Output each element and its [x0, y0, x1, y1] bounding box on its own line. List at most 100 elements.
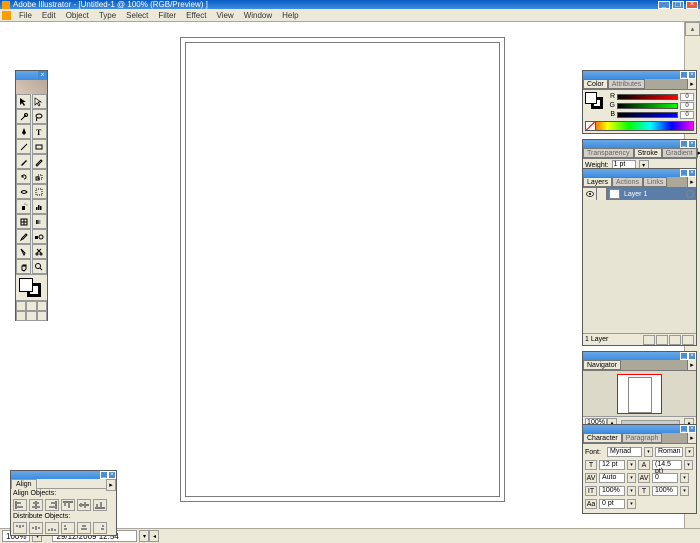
- layers-list[interactable]: Layer 1: [583, 188, 696, 333]
- nav-menu-icon[interactable]: ▸: [687, 360, 696, 370]
- stroke-menu-icon[interactable]: ▸: [697, 148, 700, 158]
- tracking-input[interactable]: 0: [652, 473, 678, 483]
- layer-row[interactable]: Layer 1: [583, 188, 696, 200]
- layers-menu-icon[interactable]: ▸: [687, 177, 696, 187]
- hand-tool[interactable]: [16, 259, 31, 274]
- scroll-up-icon[interactable]: ▴: [685, 22, 700, 36]
- b-slider[interactable]: [617, 112, 678, 118]
- leading-input[interactable]: (14.5 pt): [652, 460, 682, 470]
- color-minimize-icon[interactable]: _: [680, 71, 688, 79]
- dist-left-button[interactable]: [61, 522, 75, 534]
- char-close-icon[interactable]: ×: [688, 425, 696, 433]
- nav-close-icon[interactable]: ×: [688, 352, 696, 360]
- fill-swatch[interactable]: [19, 278, 33, 292]
- dist-hcenter-button[interactable]: [77, 522, 91, 534]
- g-slider[interactable]: [617, 103, 678, 109]
- navigator-proxy[interactable]: [617, 374, 662, 414]
- none-mode-button[interactable]: [37, 301, 47, 311]
- zoom-tool[interactable]: [32, 259, 47, 274]
- tab-actions[interactable]: Actions: [612, 177, 643, 187]
- dist-right-button[interactable]: [93, 522, 107, 534]
- tab-paragraph[interactable]: Paragraph: [622, 433, 663, 443]
- align-left-button[interactable]: [13, 499, 27, 511]
- tab-align[interactable]: Align: [11, 479, 37, 489]
- pen-tool[interactable]: [16, 124, 31, 139]
- style-dd-icon[interactable]: ▾: [685, 447, 694, 457]
- warp-tool[interactable]: [16, 184, 31, 199]
- symbol-sprayer-tool[interactable]: [16, 199, 31, 214]
- leading-dd-icon[interactable]: ▾: [684, 460, 693, 470]
- slice-tool[interactable]: [16, 244, 31, 259]
- lock-icon[interactable]: [597, 188, 607, 200]
- tab-navigator[interactable]: Navigator: [583, 360, 621, 370]
- nav-minimize-icon[interactable]: _: [680, 352, 688, 360]
- rectangle-tool[interactable]: [32, 139, 47, 154]
- mesh-tool[interactable]: [16, 214, 31, 229]
- magic-wand-tool[interactable]: [16, 109, 31, 124]
- char-minimize-icon[interactable]: _: [680, 425, 688, 433]
- align-vcenter-button[interactable]: [77, 499, 91, 511]
- menu-object[interactable]: Object: [61, 11, 94, 20]
- artboard[interactable]: [185, 42, 500, 497]
- dist-bottom-button[interactable]: [45, 522, 59, 534]
- vscale-input[interactable]: 100%: [599, 486, 625, 496]
- new-layer-icon[interactable]: [669, 335, 681, 345]
- menu-view[interactable]: View: [211, 11, 238, 20]
- align-top-button[interactable]: [61, 499, 75, 511]
- minimize-button[interactable]: _: [658, 1, 670, 9]
- close-button[interactable]: ×: [686, 1, 698, 9]
- baseline-dd-icon[interactable]: ▾: [627, 499, 636, 509]
- scale-tool[interactable]: [32, 169, 47, 184]
- toolbox-close-icon[interactable]: ×: [38, 71, 47, 80]
- hscale-dd-icon[interactable]: ▾: [680, 486, 689, 496]
- menu-select[interactable]: Select: [121, 11, 153, 20]
- screen-mode-full-menu[interactable]: [26, 311, 36, 321]
- g-input[interactable]: 0: [680, 102, 694, 110]
- screen-mode-standard[interactable]: [16, 311, 26, 321]
- kerning-input[interactable]: Auto: [599, 473, 625, 483]
- none-color-icon[interactable]: [586, 122, 596, 130]
- tab-character[interactable]: Character: [583, 433, 622, 443]
- menu-effect[interactable]: Effect: [181, 11, 211, 20]
- stroke-close-icon[interactable]: ×: [688, 140, 696, 148]
- scroll-left-icon[interactable]: ◂: [149, 530, 159, 542]
- free-transform-tool[interactable]: [32, 184, 47, 199]
- color-menu-icon[interactable]: ▸: [687, 79, 696, 89]
- layer-target-icon[interactable]: [686, 190, 694, 198]
- font-family-input[interactable]: Myriad: [607, 447, 642, 457]
- visibility-icon[interactable]: [583, 188, 597, 200]
- tab-stroke[interactable]: Stroke: [634, 148, 662, 158]
- layers-minimize-icon[interactable]: _: [680, 169, 688, 177]
- dist-top-button[interactable]: [13, 522, 27, 534]
- tab-color[interactable]: Color: [583, 79, 608, 89]
- color-fill-swatch[interactable]: [585, 92, 597, 104]
- char-menu-icon[interactable]: ▸: [687, 433, 696, 443]
- layers-close-icon[interactable]: ×: [688, 169, 696, 177]
- r-input[interactable]: 0: [680, 93, 694, 101]
- tab-gradient[interactable]: Gradient: [662, 148, 697, 158]
- spectrum-picker[interactable]: [585, 121, 694, 131]
- delete-layer-icon[interactable]: [682, 335, 694, 345]
- tab-layers[interactable]: Layers: [583, 177, 612, 187]
- pencil-tool[interactable]: [32, 154, 47, 169]
- line-tool[interactable]: [16, 139, 31, 154]
- size-dd-icon[interactable]: ▾: [627, 460, 636, 470]
- align-close-icon[interactable]: ×: [108, 471, 116, 479]
- menu-type[interactable]: Type: [94, 11, 121, 20]
- tracking-dd-icon[interactable]: ▾: [680, 473, 689, 483]
- dist-vcenter-button[interactable]: [29, 522, 43, 534]
- r-slider[interactable]: [617, 94, 678, 100]
- artboard-outer[interactable]: [180, 37, 505, 502]
- menu-edit[interactable]: Edit: [37, 11, 61, 20]
- menu-filter[interactable]: Filter: [153, 11, 181, 20]
- status-dropdown-icon[interactable]: ▾: [139, 530, 149, 542]
- blend-tool[interactable]: [32, 229, 47, 244]
- graph-tool[interactable]: [32, 199, 47, 214]
- align-bottom-button[interactable]: [93, 499, 107, 511]
- align-minimize-icon[interactable]: _: [100, 471, 108, 479]
- lasso-tool[interactable]: [32, 109, 47, 124]
- menu-window[interactable]: Window: [239, 11, 277, 20]
- direct-selection-tool[interactable]: [32, 94, 47, 109]
- new-sublayer-icon[interactable]: [656, 335, 668, 345]
- tab-attributes[interactable]: Attributes: [608, 79, 646, 89]
